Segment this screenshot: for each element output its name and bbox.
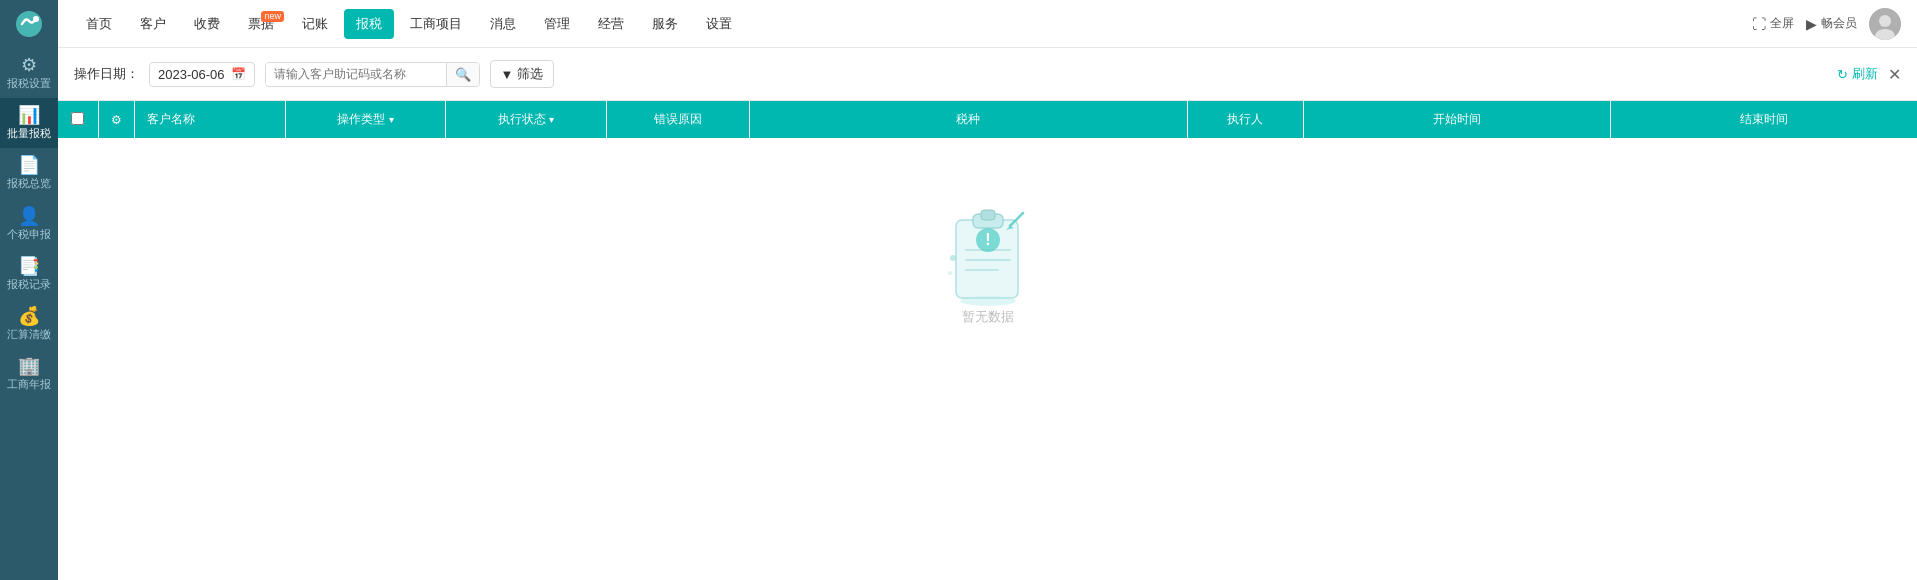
empty-state: ! 暂无数据 <box>58 138 1917 386</box>
nav-kehu[interactable]: 客户 <box>128 9 178 39</box>
top-nav: 首页 客户 收费 票据 new 记账 报税 工商项目 消息 管理 经营 服务 设… <box>58 0 1917 48</box>
sidebar-label: 汇算清缴 <box>7 328 51 341</box>
topnav-right: ⛶ 全屏 ▶ 畅会员 <box>1752 8 1901 40</box>
search-icon: 🔍 <box>455 67 471 82</box>
sidebar-label: 工商年报 <box>7 378 51 391</box>
filter-icon: ▼ <box>501 67 514 82</box>
date-label: 操作日期： <box>74 65 139 83</box>
sidebar-item-geshui-shenbao[interactable]: 👤 个税申报 <box>0 199 58 249</box>
batch-tax-icon: 📊 <box>18 106 40 124</box>
svg-point-0 <box>16 11 42 37</box>
page-content: 操作日期： 2023-06-06 📅 🔍 ▼ 筛选 ↻ 刷新 ✕ <box>58 48 1917 580</box>
th-settings[interactable]: ⚙ <box>98 101 134 138</box>
close-button[interactable]: ✕ <box>1888 65 1901 84</box>
nav-shezhi[interactable]: 设置 <box>694 9 744 39</box>
th-zhixing-ren: 执行人 <box>1187 101 1303 138</box>
data-table: ⚙ 客户名称 操作类型 执行状态 错误原因 <box>58 101 1917 386</box>
sidebar-label: 报税总览 <box>7 177 51 190</box>
svg-point-17 <box>948 271 952 275</box>
settlement-icon: 💰 <box>18 307 40 325</box>
empty-illustration: ! <box>938 198 1038 308</box>
nav-guanli[interactable]: 管理 <box>532 9 582 39</box>
nav-piaoju[interactable]: 票据 new <box>236 9 286 39</box>
sidebar-item-baoshui-jilu[interactable]: 📑 报税记录 <box>0 249 58 299</box>
nav-xiaoxi[interactable]: 消息 <box>478 9 528 39</box>
nav-jingying[interactable]: 经营 <box>586 9 636 39</box>
table-container[interactable]: ⚙ 客户名称 操作类型 执行状态 错误原因 <box>58 101 1917 580</box>
search-input[interactable] <box>266 63 446 85</box>
svg-point-16 <box>950 255 956 261</box>
user-avatar[interactable] <box>1869 8 1901 40</box>
refresh-button[interactable]: ↻ 刷新 <box>1837 65 1878 83</box>
sidebar-item-huisuan-jiaona[interactable]: 💰 汇算清缴 <box>0 299 58 349</box>
new-badge: new <box>261 11 284 22</box>
main-area: 首页 客户 收费 票据 new 记账 报税 工商项目 消息 管理 经营 服务 设… <box>58 0 1917 580</box>
refresh-icon: ↻ <box>1837 67 1848 82</box>
settings-icon: ⚙ <box>111 113 122 127</box>
search-box: 🔍 <box>265 62 480 87</box>
search-button[interactable]: 🔍 <box>446 63 479 86</box>
th-cuowu-yuanyin: 错误原因 <box>607 101 749 138</box>
calendar-icon: 📅 <box>231 67 246 81</box>
play-icon: ▶ <box>1806 16 1817 32</box>
empty-text: 暂无数据 <box>962 308 1014 326</box>
toolbar: 操作日期： 2023-06-06 📅 🔍 ▼ 筛选 ↻ 刷新 ✕ <box>58 48 1917 101</box>
sidebar-label: 报税设置 <box>7 77 51 90</box>
nav-gongshang-xiangmu[interactable]: 工商项目 <box>398 9 474 39</box>
member-button[interactable]: ▶ 畅会员 <box>1806 15 1857 32</box>
nav-shoufei[interactable]: 收费 <box>182 9 232 39</box>
annual-report-icon: 🏢 <box>18 357 40 375</box>
fullscreen-icon: ⛶ <box>1752 16 1766 32</box>
sidebar-item-gongshang-nianbao[interactable]: 🏢 工商年报 <box>0 349 58 399</box>
th-checkbox[interactable] <box>58 101 98 138</box>
nav-jizha[interactable]: 记账 <box>290 9 340 39</box>
fullscreen-button[interactable]: ⛶ 全屏 <box>1752 15 1794 32</box>
filter-button[interactable]: ▼ 筛选 <box>490 60 555 88</box>
logo[interactable] <box>0 0 58 48</box>
select-all-checkbox[interactable] <box>71 112 84 125</box>
th-caozuo-leixing[interactable]: 操作类型 <box>285 101 446 138</box>
overview-icon: 📄 <box>18 156 40 174</box>
sidebar-item-baoshui-shezhi[interactable]: ⚙ 报税设置 <box>0 48 58 98</box>
th-zhixing-zhuangtai[interactable]: 执行状态 <box>446 101 607 138</box>
th-kaishi-shijian: 开始时间 <box>1303 101 1610 138</box>
svg-point-15 <box>960 296 1016 306</box>
sidebar-label: 报税记录 <box>7 278 51 291</box>
th-shuizhong: 税种 <box>749 101 1187 138</box>
svg-point-3 <box>1879 15 1891 27</box>
th-jieshu-shijian: 结束时间 <box>1610 101 1917 138</box>
sidebar-label: 个税申报 <box>7 228 51 241</box>
sidebar-item-baoshui-zonglam[interactable]: 📄 报税总览 <box>0 148 58 198</box>
nav-shouye[interactable]: 首页 <box>74 9 124 39</box>
date-value: 2023-06-06 <box>158 67 225 82</box>
date-picker[interactable]: 2023-06-06 📅 <box>149 62 255 87</box>
sidebar-label: 批量报税 <box>7 127 51 140</box>
toolbar-right: ↻ 刷新 ✕ <box>1837 65 1901 84</box>
records-icon: 📑 <box>18 257 40 275</box>
personal-tax-icon: 👤 <box>18 207 40 225</box>
sidebar-item-piliang-baoshui[interactable]: 📊 批量报税 <box>0 98 58 148</box>
nav-baoshui[interactable]: 报税 <box>344 9 394 39</box>
svg-rect-7 <box>981 210 995 220</box>
nav-fuwu[interactable]: 服务 <box>640 9 690 39</box>
svg-point-1 <box>33 16 39 22</box>
svg-text:!: ! <box>985 231 990 248</box>
th-kehu-mingcheng: 客户名称 <box>134 101 285 138</box>
settings-icon: ⚙ <box>21 56 37 74</box>
sidebar: ⚙ 报税设置 📊 批量报税 📄 报税总览 👤 个税申报 📑 报税记录 💰 汇算清… <box>0 0 58 580</box>
table-header-row: ⚙ 客户名称 操作类型 执行状态 错误原因 <box>58 101 1917 138</box>
